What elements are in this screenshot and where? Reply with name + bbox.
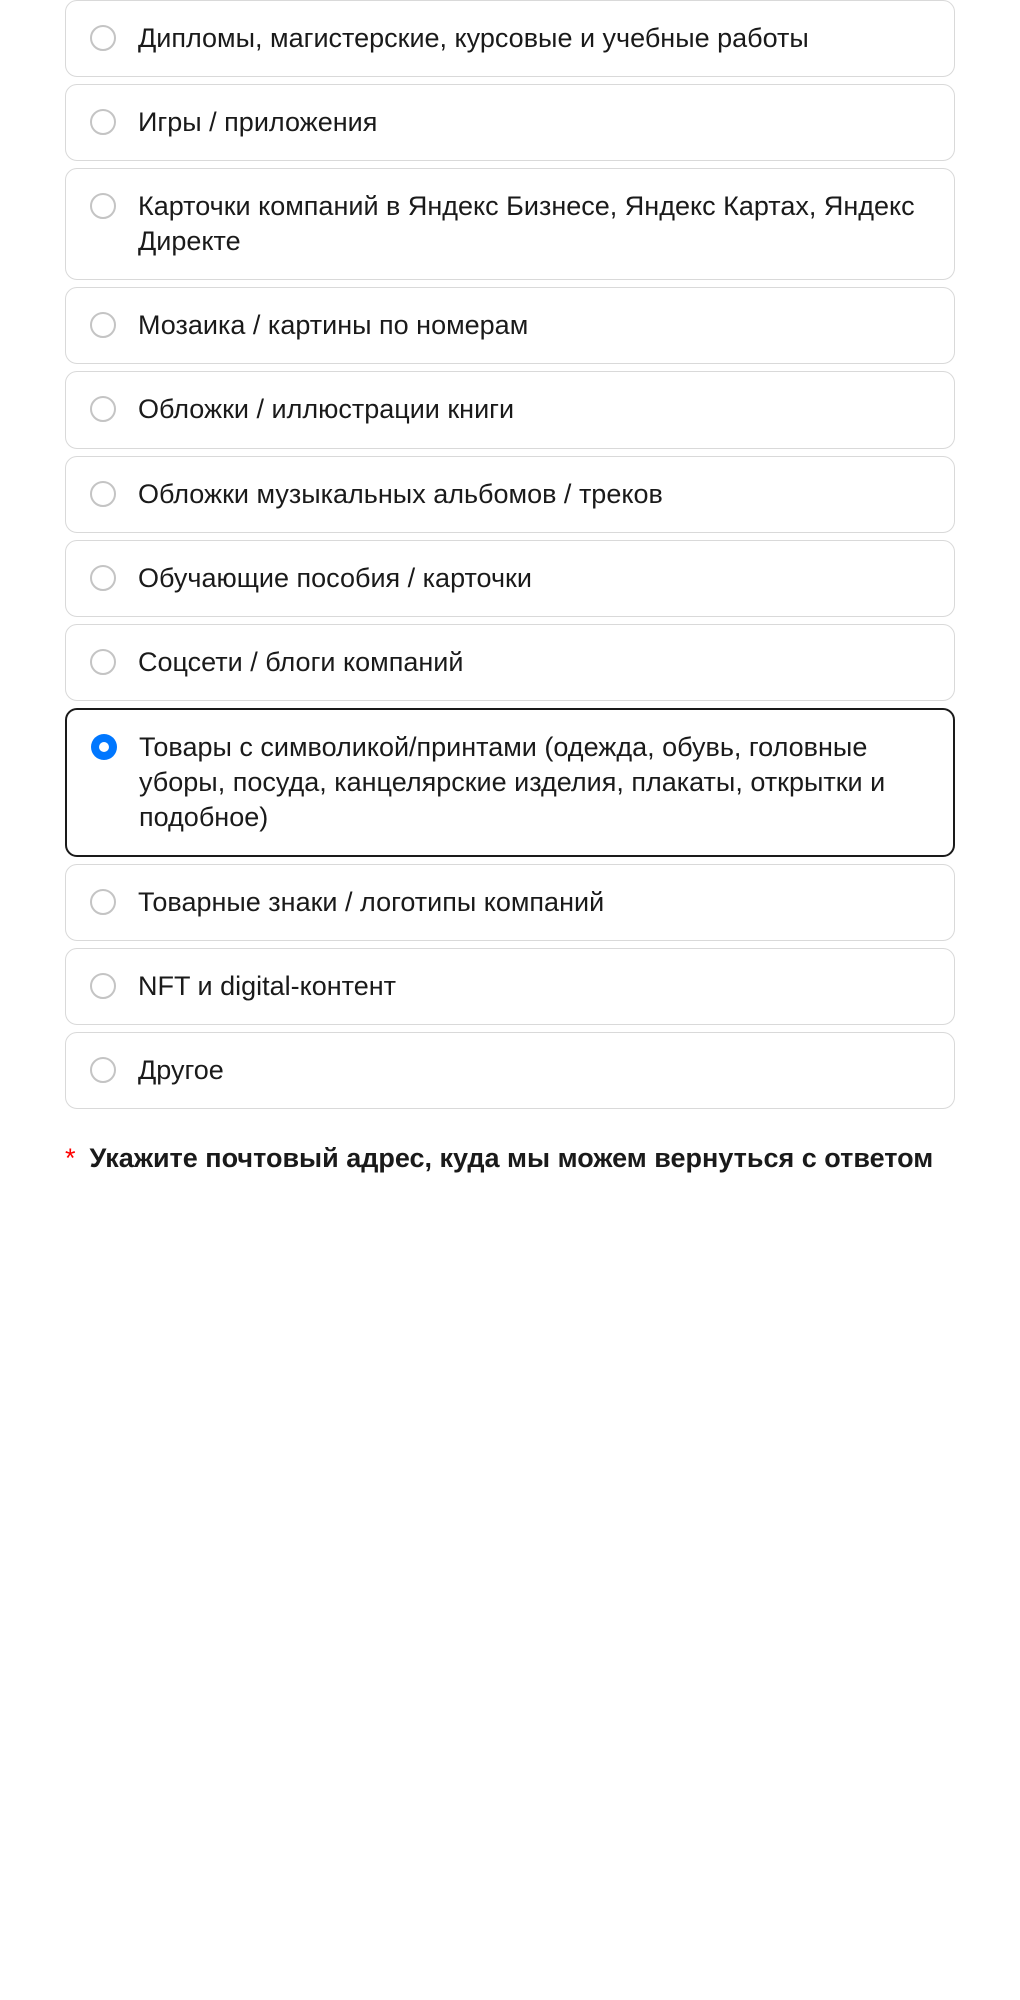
radio-label: Карточки компаний в Яндекс Бизнесе, Янде…: [138, 189, 930, 259]
required-asterisk: *: [65, 1141, 76, 1176]
radio-option-other[interactable]: Другое: [65, 1032, 955, 1109]
radio-circle-icon: [90, 193, 116, 219]
radio-circle-icon: [90, 312, 116, 338]
radio-label: Соцсети / блоги компаний: [138, 645, 463, 680]
radio-circle-icon: [90, 1057, 116, 1083]
radio-option-music-covers[interactable]: Обложки музыкальных альбомов / треков: [65, 456, 955, 533]
radio-option-social-blogs[interactable]: Соцсети / блоги компаний: [65, 624, 955, 701]
radio-circle-icon: [90, 565, 116, 591]
radio-label: Обучающие пособия / карточки: [138, 561, 532, 596]
radio-circle-icon: [90, 481, 116, 507]
radio-circle-icon: [90, 396, 116, 422]
radio-circle-icon: [91, 734, 117, 760]
radio-option-nft-digital[interactable]: NFT и digital-контент: [65, 948, 955, 1025]
radio-circle-icon: [90, 25, 116, 51]
radio-label: Игры / приложения: [138, 105, 377, 140]
email-question-label: Укажите почтовый адрес, куда мы можем ве…: [90, 1141, 934, 1176]
radio-label: NFT и digital-контент: [138, 969, 396, 1004]
radio-circle-icon: [90, 109, 116, 135]
radio-circle-icon: [90, 649, 116, 675]
radio-option-diplomas[interactable]: Дипломы, магистерские, курсовые и учебны…: [65, 0, 955, 77]
radio-option-merchandise[interactable]: Товары с символикой/принтами (одежда, об…: [65, 708, 955, 857]
radio-circle-icon: [90, 973, 116, 999]
radio-option-book-covers[interactable]: Обложки / иллюстрации книги: [65, 371, 955, 448]
email-question-block: * Укажите почтовый адрес, куда мы можем …: [65, 1141, 955, 1176]
radio-circle-icon: [90, 889, 116, 915]
radio-label: Обложки музыкальных альбомов / треков: [138, 477, 663, 512]
radio-label: Товарные знаки / логотипы компаний: [138, 885, 604, 920]
radio-group: Дипломы, магистерские, курсовые и учебны…: [65, 0, 955, 1109]
radio-option-trademarks[interactable]: Товарные знаки / логотипы компаний: [65, 864, 955, 941]
radio-option-games-apps[interactable]: Игры / приложения: [65, 84, 955, 161]
radio-label: Обложки / иллюстрации книги: [138, 392, 514, 427]
radio-option-educational[interactable]: Обучающие пособия / карточки: [65, 540, 955, 617]
radio-label: Мозаика / картины по номерам: [138, 308, 528, 343]
radio-option-company-cards[interactable]: Карточки компаний в Яндекс Бизнесе, Янде…: [65, 168, 955, 280]
radio-label: Другое: [138, 1053, 224, 1088]
radio-option-mosaic[interactable]: Мозаика / картины по номерам: [65, 287, 955, 364]
radio-label: Дипломы, магистерские, курсовые и учебны…: [138, 21, 809, 56]
radio-label: Товары с символикой/принтами (одежда, об…: [139, 730, 929, 835]
